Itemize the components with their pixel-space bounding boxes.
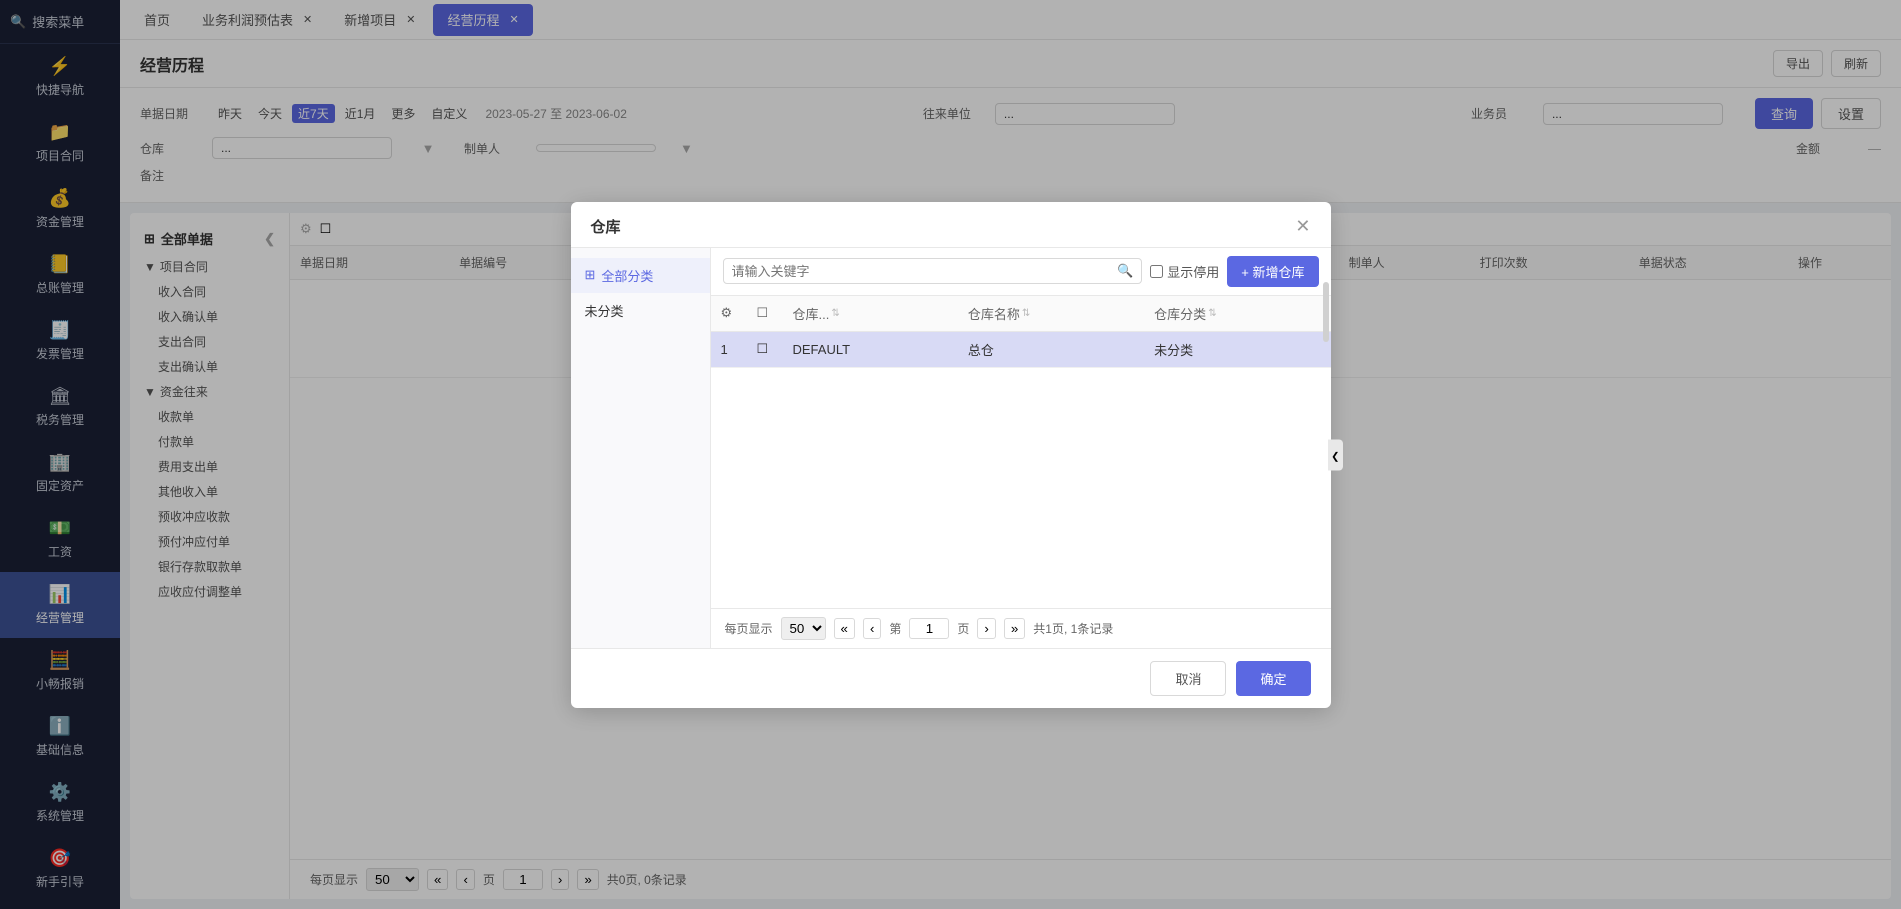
dialog-pagination: 每页显示 50 « ‹ 第 页 › » 共1页, 1条记录 <box>711 608 1331 648</box>
dialog-search-input[interactable] <box>732 264 1114 279</box>
col-warehouse-category: 仓库分类 ⇅ <box>1144 296 1330 332</box>
dialog-page-label: 页 <box>957 620 969 637</box>
row-checkbox[interactable]: ☐ <box>747 331 783 367</box>
col-checkbox-header[interactable]: ☐ <box>747 296 783 332</box>
dialog-body: ⊞ 全部分类 未分类 ❮ 🔍 显示停用 <box>571 248 1331 648</box>
dialog-left-panel: ⊞ 全部分类 未分类 ❮ <box>571 248 711 648</box>
dialog-page-input[interactable] <box>909 618 949 639</box>
dialog-per-page-select[interactable]: 50 <box>781 617 826 640</box>
dialog-prev-btn[interactable]: ‹ <box>863 618 881 639</box>
cancel-button[interactable]: 取消 <box>1150 661 1226 696</box>
dialog-toolbar: 🔍 显示停用 + 新增仓库 <box>711 248 1331 296</box>
confirm-button[interactable]: 确定 <box>1236 661 1310 696</box>
col-warehouse-code: 仓库... ⇅ <box>783 296 958 332</box>
dialog-table-wrap[interactable]: ⚙ ☐ 仓库... ⇅ 仓库名称 ⇅ <box>711 296 1331 608</box>
dialog-actions: 取消 确定 <box>571 648 1331 708</box>
dialog-total-label: 共1页, 1条记录 <box>1033 620 1113 637</box>
show-disabled-label: 显示停用 <box>1167 262 1219 281</box>
col-warehouse-name: 仓库名称 ⇅ <box>958 296 1144 332</box>
dialog-page-prefix: 第 <box>889 620 901 637</box>
dialog-next-btn[interactable]: › <box>977 618 995 639</box>
row-category: 未分类 <box>1144 331 1330 367</box>
sort-name-icon[interactable]: ⇅ <box>1022 308 1030 319</box>
dialog-right-panel: 🔍 显示停用 + 新增仓库 ⚙ ☐ <box>711 248 1331 648</box>
row-num: 1 <box>711 331 747 367</box>
dialog-first-btn[interactable]: « <box>834 618 855 639</box>
grid-icon-small: ⊞ <box>585 267 596 283</box>
dialog-title: 仓库 <box>591 216 621 237</box>
col-settings-icon[interactable]: ⚙ <box>711 296 747 332</box>
search-icon-dialog: 🔍 <box>1117 263 1133 279</box>
warehouse-dialog: 仓库 ✕ ⊞ 全部分类 未分类 ❮ 🔍 <box>571 202 1331 708</box>
add-warehouse-button[interactable]: + 新增仓库 <box>1227 256 1318 287</box>
dialog-category-all[interactable]: ⊞ 全部分类 <box>571 258 710 293</box>
dialog-close-button[interactable]: ✕ <box>1295 216 1310 237</box>
show-disabled-checkbox[interactable]: 显示停用 <box>1150 262 1219 281</box>
dialog-last-btn[interactable]: » <box>1004 618 1025 639</box>
dialog-category-uncategorized[interactable]: 未分类 <box>571 293 710 328</box>
row-code: DEFAULT <box>783 331 958 367</box>
dialog-search-box[interactable]: 🔍 <box>723 258 1143 284</box>
disabled-checkbox-input[interactable] <box>1150 265 1163 278</box>
dialog-per-page-label: 每页显示 <box>725 620 773 637</box>
dialog-warehouse-table: ⚙ ☐ 仓库... ⇅ 仓库名称 ⇅ <box>711 296 1331 368</box>
dialog-table-row[interactable]: 1 ☐ DEFAULT 总仓 未分类 <box>711 331 1331 367</box>
dialog-table-header: ⚙ ☐ 仓库... ⇅ 仓库名称 ⇅ <box>711 296 1331 332</box>
row-name: 总仓 <box>958 331 1144 367</box>
category-all-label: 全部分类 <box>601 266 653 285</box>
sort-code-icon[interactable]: ⇅ <box>831 308 839 319</box>
dialog-header: 仓库 ✕ <box>571 202 1331 248</box>
sort-cat-icon[interactable]: ⇅ <box>1208 308 1216 319</box>
uncategorized-label: 未分类 <box>585 301 624 320</box>
